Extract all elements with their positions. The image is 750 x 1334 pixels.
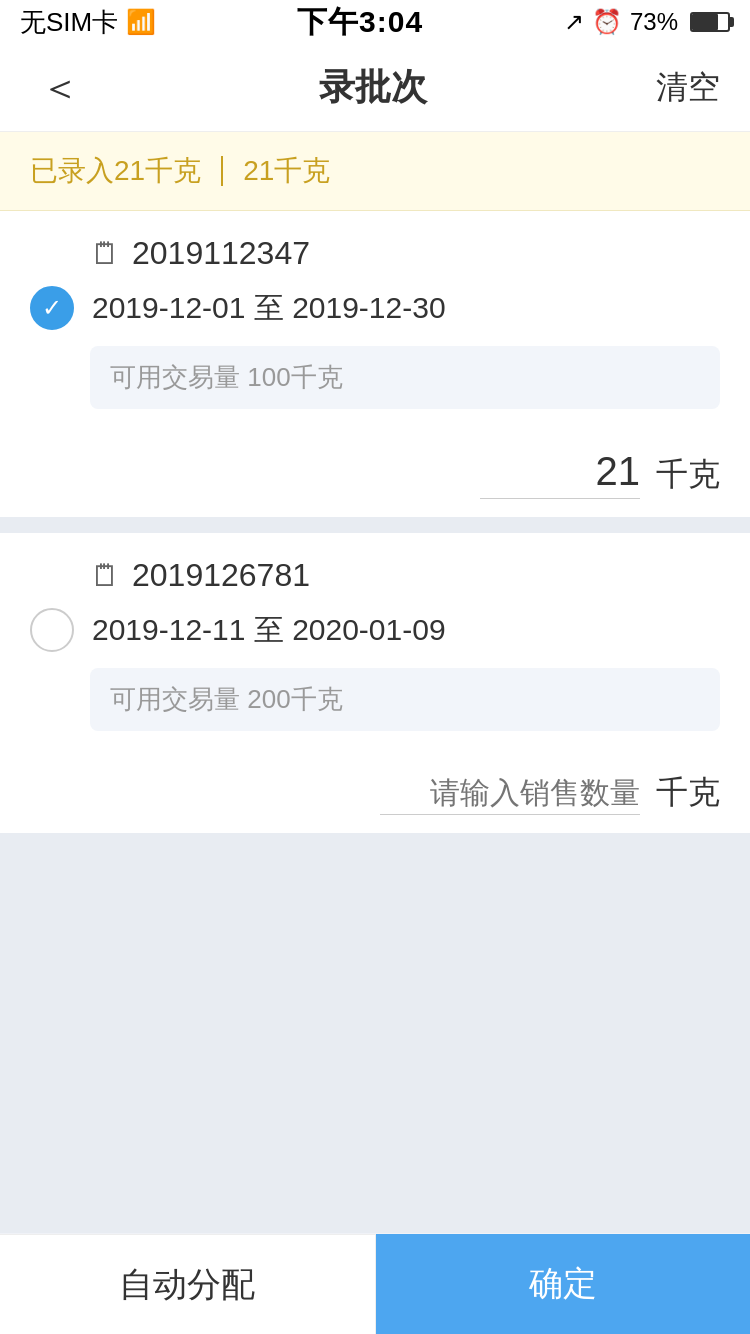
clear-button[interactable]: 清空 bbox=[656, 66, 720, 110]
status-bar: 无SIM卡 📶 下午3:04 ↗ ⏰ 73% bbox=[0, 0, 750, 44]
summary-bar: 已录入21千克 21千克 bbox=[0, 132, 750, 211]
quantity-input-area-2: 千克 bbox=[0, 771, 750, 833]
quantity-unit-1: 千克 bbox=[656, 453, 720, 497]
check-icon-1: ✓ bbox=[42, 294, 62, 322]
batch-id-row-1: 🗒 2019112347 bbox=[90, 235, 720, 272]
confirm-button[interactable]: 确定 bbox=[376, 1234, 751, 1334]
carrier-text: 无SIM卡 bbox=[20, 5, 118, 40]
available-text-1: 可用交易量 100千克 bbox=[110, 362, 343, 392]
batch-id-row-2: 🗒 2019126781 bbox=[90, 557, 720, 594]
quantity-value-1: 21 bbox=[596, 449, 641, 494]
batch-card-inner-2: 🗒 2019126781 2019-12-11 至 2020-01-09 可用交… bbox=[0, 533, 750, 771]
batch-card-inner-1: 🗒 2019112347 ✓ 2019-12-01 至 2019-12-30 可… bbox=[0, 211, 750, 449]
batch-id-1: 2019112347 bbox=[132, 235, 310, 272]
batch-card-1: 🗒 2019112347 ✓ 2019-12-01 至 2019-12-30 可… bbox=[0, 211, 750, 517]
bottom-bar: 自动分配 确定 bbox=[0, 1234, 750, 1334]
quantity-underline-1 bbox=[480, 498, 640, 499]
summary-value: 21千克 bbox=[243, 152, 330, 190]
section-divider bbox=[0, 517, 750, 533]
batch-doc-icon-1: 🗒 bbox=[90, 237, 120, 271]
summary-divider bbox=[221, 156, 223, 186]
batch-doc-icon-2: 🗒 bbox=[90, 559, 120, 593]
quantity-display-1: 21 千克 bbox=[0, 449, 750, 517]
batch-date-row-2[interactable]: 2019-12-11 至 2020-01-09 bbox=[30, 608, 720, 652]
radio-button-1[interactable]: ✓ bbox=[30, 286, 74, 330]
battery-percent: 73% bbox=[630, 8, 678, 36]
quantity-input-2[interactable] bbox=[380, 776, 640, 810]
back-button[interactable]: ＜ bbox=[30, 50, 90, 125]
status-time: 下午3:04 bbox=[297, 2, 423, 43]
confirm-label: 确定 bbox=[529, 1261, 597, 1307]
status-right: ↗ ⏰ 73% bbox=[564, 8, 730, 36]
empty-area bbox=[0, 833, 750, 1233]
auto-distribute-button[interactable]: 自动分配 bbox=[0, 1234, 376, 1334]
auto-distribute-label: 自动分配 bbox=[119, 1262, 255, 1308]
wifi-icon: 📶 bbox=[126, 8, 156, 36]
summary-recorded: 已录入21千克 bbox=[30, 152, 201, 190]
batch-date-1: 2019-12-01 至 2019-12-30 bbox=[92, 288, 446, 329]
alarm-icon: ⏰ bbox=[592, 8, 622, 36]
quantity-unit-2: 千克 bbox=[656, 771, 720, 815]
page-title: 录批次 bbox=[319, 63, 427, 112]
content-area: 🗒 2019112347 ✓ 2019-12-01 至 2019-12-30 可… bbox=[0, 211, 750, 1333]
available-tag-2: 可用交易量 200千克 bbox=[90, 668, 720, 731]
quantity-underline-2 bbox=[380, 814, 640, 815]
batch-date-2: 2019-12-11 至 2020-01-09 bbox=[92, 610, 446, 651]
batch-id-2: 2019126781 bbox=[132, 557, 310, 594]
available-tag-1: 可用交易量 100千克 bbox=[90, 346, 720, 409]
batch-date-row-1[interactable]: ✓ 2019-12-01 至 2019-12-30 bbox=[30, 286, 720, 330]
batch-card-2: 🗒 2019126781 2019-12-11 至 2020-01-09 可用交… bbox=[0, 533, 750, 833]
status-carrier: 无SIM卡 📶 bbox=[20, 5, 156, 40]
nav-bar: ＜ 录批次 清空 bbox=[0, 44, 750, 132]
location-icon: ↗ bbox=[564, 8, 584, 36]
available-text-2: 可用交易量 200千克 bbox=[110, 684, 343, 714]
battery-icon bbox=[690, 12, 730, 32]
radio-button-2[interactable] bbox=[30, 608, 74, 652]
